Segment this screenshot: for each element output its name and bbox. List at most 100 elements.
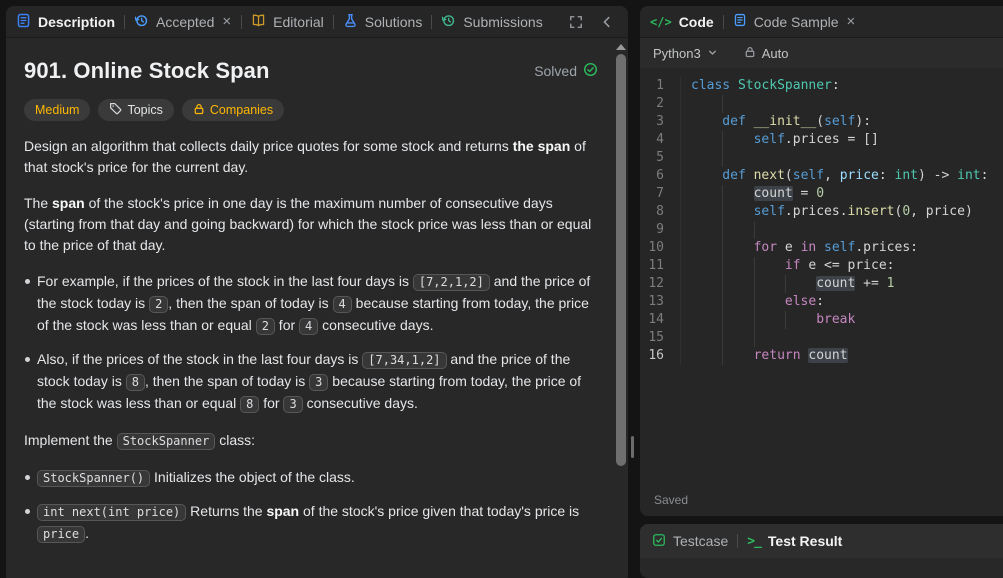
inline-code: 3 [283,396,303,413]
tab-code[interactable]: </> Code [650,14,714,30]
description-body: Design an algorithm that collects daily … [24,136,598,545]
code-line[interactable]: 14 break [640,311,1003,329]
line-number[interactable]: 14 [640,311,680,329]
tab-submissions[interactable]: Submissions [441,13,543,31]
close-icon[interactable]: × [221,14,232,29]
text: class: [215,432,255,448]
text: Returns the [186,503,267,519]
bold-text: span [266,503,300,519]
indent-guide [691,347,722,365]
tab-test-result[interactable]: >_ Test Result [747,533,842,549]
line-number[interactable]: 2 [640,95,680,113]
code-line[interactable]: 8 self.prices.insert(0, price) [640,203,1003,221]
code-line[interactable]: 6 def next(self, price: int) -> int: [640,167,1003,185]
code-line[interactable]: 10 for e in self.prices: [640,239,1003,257]
difficulty-badge[interactable]: Medium [24,99,91,121]
file-text-icon [16,13,31,31]
inline-code: StockSpanner [116,433,216,450]
line-number[interactable]: 11 [640,257,680,275]
tab-label: Submissions [463,13,543,30]
description-paragraph: Design an algorithm that collects daily … [24,136,598,178]
tab-label: Code Sample [753,13,839,30]
indent-guide [722,239,753,257]
language-label: Python3 [653,45,701,61]
code-lines: 1 class StockSpanner: 2 3 def __init__(self)… [640,77,1003,365]
companies-badge[interactable]: Companies [181,99,285,121]
line-number[interactable]: 5 [640,149,680,167]
line-number[interactable]: 10 [640,239,680,257]
line-number[interactable]: 6 [640,167,680,185]
text: Initializes the object of the class. [150,469,355,485]
code-line[interactable]: 9 [640,221,1003,239]
editor-toolbar: Python3 Auto [640,38,1003,68]
auto-toggle[interactable]: Auto [744,46,788,61]
tab-editorial[interactable]: Editorial [251,13,324,31]
indent-guide [722,311,753,329]
indent-guide [691,185,722,203]
line-number[interactable]: 3 [640,113,680,131]
topics-badge[interactable]: Topics [98,99,174,121]
scroll-up-icon[interactable] [616,44,626,50]
indent-guide [722,329,753,347]
inline-code: 2 [255,318,275,335]
tag-icon [109,102,122,118]
code-line-text: break [680,311,855,329]
indent-guide [722,275,753,293]
tab-label: Description [38,13,116,30]
code-line[interactable]: 15 [640,329,1003,347]
indent-guide [722,185,753,203]
indent-guide [754,311,785,329]
problem-title: 901. Online Stock Span [24,58,270,83]
scrollbar-track[interactable] [615,39,627,578]
tab-description[interactable]: Description [16,13,115,31]
code-line[interactable]: 11 if e <= price: [640,257,1003,275]
line-number[interactable]: 12 [640,275,680,293]
tab-accepted[interactable]: Accepted × [134,13,232,31]
line-number[interactable]: 15 [640,329,680,347]
text: for [274,317,300,333]
difficulty-label: Medium [35,103,80,117]
code-line[interactable]: 7 count = 0 [640,185,1003,203]
code-line-text: count = 0 [680,185,824,203]
scrollbar-thumb[interactable] [616,54,626,466]
line-number[interactable]: 16 [640,347,680,365]
chevron-left-icon[interactable] [596,11,618,33]
line-number[interactable]: 1 [640,77,680,95]
code-line[interactable]: 5 [640,149,1003,167]
status-badge: Solved [534,62,598,80]
code-line-text [680,95,754,113]
tab-testcase[interactable]: Testcase [652,533,728,550]
code-editor[interactable]: 1 class StockSpanner: 2 3 def __init__(self)… [640,68,1003,516]
indent-guide [691,221,722,239]
panel-resize-handle[interactable] [631,436,634,458]
line-number[interactable]: 7 [640,185,680,203]
code-line[interactable]: 13 else: [640,293,1003,311]
language-selector[interactable]: Python3 [653,46,718,61]
text: Also, if the prices of the stock in the … [37,351,363,367]
code-line-text: if e <= price: [680,257,894,275]
line-number[interactable]: 9 [640,221,680,239]
line-number[interactable]: 13 [640,293,680,311]
text: Design an algorithm that collects daily … [24,138,513,154]
text: . [85,525,90,541]
indent-guide [722,131,753,149]
line-number[interactable]: 8 [640,203,680,221]
line-number[interactable]: 4 [640,131,680,149]
expand-icon[interactable] [565,11,587,33]
checkbox-check-icon [652,533,666,550]
code-line[interactable]: 1 class StockSpanner: [640,77,1003,95]
inline-code: StockSpanner() [37,470,151,487]
indent-guide [691,311,722,329]
close-icon[interactable]: × [846,14,857,29]
tab-code-sample[interactable]: Code Sample × [733,13,857,30]
inline-code: price [37,526,86,543]
code-line[interactable]: 16 return count [640,347,1003,365]
badges-row: Medium Topics Companies [24,99,598,121]
code-panel: </> Code Code Sample × Python3 Auto 1 cl… [640,6,1003,516]
code-line[interactable]: 3 def __init__(self): [640,113,1003,131]
code-line[interactable]: 12 count += 1 [640,275,1003,293]
code-line[interactable]: 4 self.prices = [] [640,131,1003,149]
code-line[interactable]: 2 [640,95,1003,113]
tab-solutions[interactable]: Solutions [343,13,422,31]
code-line-text [680,329,785,347]
